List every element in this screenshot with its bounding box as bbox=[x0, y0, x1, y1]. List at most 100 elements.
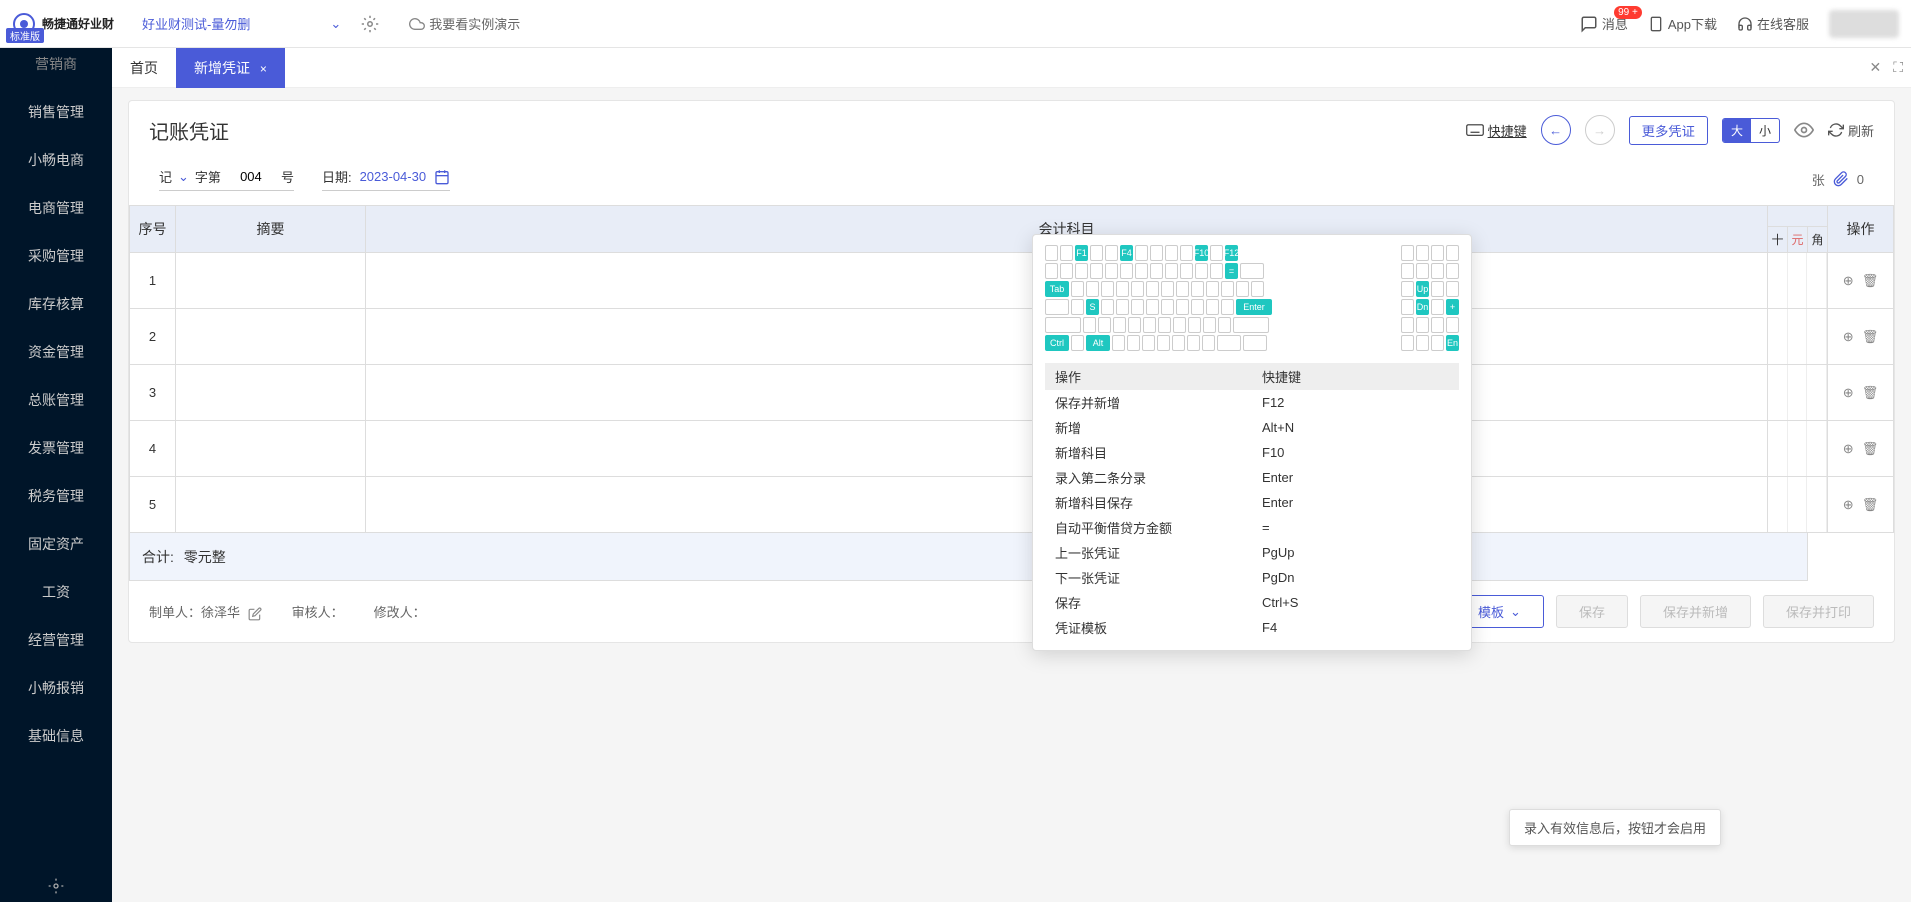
summary-cell[interactable] bbox=[176, 477, 366, 533]
sidebar-item[interactable]: 库存核算 bbox=[0, 280, 112, 328]
key-blank bbox=[1431, 263, 1444, 279]
key-blank bbox=[1083, 317, 1096, 333]
row-index: 3 bbox=[130, 365, 176, 421]
key-blank bbox=[1431, 299, 1444, 315]
message-icon bbox=[1580, 15, 1598, 33]
sidebar-item[interactable]: 营销商 bbox=[0, 48, 112, 88]
amount-digits[interactable] bbox=[1768, 365, 1828, 421]
prev-voucher-button[interactable]: ← bbox=[1541, 115, 1571, 145]
shortcut-col-op: 操作 bbox=[1045, 363, 1252, 390]
delete-row-icon[interactable]: 🗑 bbox=[1862, 385, 1879, 401]
shortcut-op: 新增 bbox=[1045, 415, 1252, 440]
more-vouchers-button[interactable]: 更多凭证 bbox=[1629, 116, 1708, 145]
shortcut-key: Alt+N bbox=[1252, 415, 1459, 440]
key-blank bbox=[1090, 245, 1103, 261]
key-blank bbox=[1045, 245, 1058, 261]
key-En: En bbox=[1446, 335, 1459, 351]
sidebar-item[interactable]: 基础信息 bbox=[0, 712, 112, 760]
summary-cell[interactable] bbox=[176, 421, 366, 477]
add-row-icon[interactable]: ⊕ bbox=[1843, 329, 1854, 345]
key-blank bbox=[1416, 335, 1429, 351]
shortcut-op: 自动平衡借贷方金额 bbox=[1045, 515, 1252, 540]
tab-home[interactable]: 首页 bbox=[112, 48, 176, 88]
date-value[interactable]: 2023-04-30 bbox=[360, 169, 427, 184]
delete-row-icon[interactable]: 🗑 bbox=[1862, 273, 1879, 289]
fullscreen-icon[interactable]: ⛶ bbox=[1893, 59, 1903, 76]
sidebar-item[interactable]: 总账管理 bbox=[0, 376, 112, 424]
key-blank bbox=[1071, 281, 1084, 297]
size-large[interactable]: 大 bbox=[1723, 119, 1751, 142]
add-row-icon[interactable]: ⊕ bbox=[1843, 385, 1854, 401]
sidebar-settings-icon[interactable] bbox=[0, 869, 112, 902]
attachment-icon[interactable] bbox=[1833, 171, 1849, 188]
key-blank bbox=[1165, 263, 1178, 279]
sidebar-item[interactable]: 发票管理 bbox=[0, 424, 112, 472]
messages-button[interactable]: 消息 99 + bbox=[1580, 14, 1628, 33]
key-blank bbox=[1127, 335, 1140, 351]
col-ops: 操作 bbox=[1828, 206, 1894, 253]
preview-icon[interactable] bbox=[1794, 120, 1814, 140]
amount-digits[interactable] bbox=[1768, 253, 1828, 309]
key-blank bbox=[1202, 335, 1215, 351]
voucher-number-input[interactable] bbox=[227, 169, 275, 184]
add-row-icon[interactable]: ⊕ bbox=[1843, 273, 1854, 289]
shortcut-key: Ctrl+S bbox=[1252, 590, 1459, 615]
key-blank bbox=[1221, 299, 1234, 315]
brand-text: 畅捷通好业财 bbox=[42, 15, 114, 32]
refresh-button[interactable]: 刷新 bbox=[1828, 121, 1874, 140]
key-blank bbox=[1416, 263, 1429, 279]
tab-new-voucher[interactable]: 新增凭证 × bbox=[176, 48, 285, 88]
support-button[interactable]: 在线客服 bbox=[1737, 14, 1809, 33]
calendar-icon[interactable] bbox=[434, 168, 450, 185]
sidebar-item[interactable]: 电商管理 bbox=[0, 184, 112, 232]
key-blank bbox=[1146, 281, 1159, 297]
sidebar-item[interactable]: 税务管理 bbox=[0, 472, 112, 520]
summary-cell[interactable] bbox=[176, 365, 366, 421]
close-all-tabs-icon[interactable]: ✕ bbox=[1869, 59, 1881, 76]
add-row-icon[interactable]: ⊕ bbox=[1843, 441, 1854, 457]
delete-row-icon[interactable]: 🗑 bbox=[1862, 497, 1879, 513]
demo-link[interactable]: 我要看实例演示 bbox=[409, 14, 520, 33]
size-toggle: 大 小 bbox=[1722, 118, 1780, 143]
sidebar-item[interactable]: 小畅报销 bbox=[0, 664, 112, 712]
size-small[interactable]: 小 bbox=[1751, 119, 1779, 142]
key-blank bbox=[1135, 245, 1148, 261]
delete-row-icon[interactable]: 🗑 bbox=[1862, 441, 1879, 457]
key-blank bbox=[1401, 299, 1414, 315]
key-Tab: Tab bbox=[1045, 281, 1069, 297]
add-row-icon[interactable]: ⊕ bbox=[1843, 497, 1854, 513]
key-blank bbox=[1101, 281, 1114, 297]
sidebar-item[interactable]: 小畅电商 bbox=[0, 136, 112, 184]
user-avatar[interactable] bbox=[1829, 10, 1899, 38]
sidebar-item[interactable]: 资金管理 bbox=[0, 328, 112, 376]
edit-icon[interactable] bbox=[248, 607, 262, 621]
col-index: 序号 bbox=[130, 206, 176, 253]
key-blank bbox=[1210, 263, 1223, 279]
voucher-title: 记账凭证 bbox=[149, 116, 229, 145]
summary-cell[interactable] bbox=[176, 309, 366, 365]
sidebar-item[interactable]: 销售管理 bbox=[0, 88, 112, 136]
delete-row-icon[interactable]: 🗑 bbox=[1862, 329, 1879, 345]
key-F1: F1 bbox=[1075, 245, 1088, 261]
amount-digits[interactable] bbox=[1768, 421, 1828, 477]
tenant-selector[interactable]: 好业财测试-量勿删 ⌄ bbox=[142, 14, 341, 33]
key-blank bbox=[1086, 281, 1099, 297]
key-blank bbox=[1251, 281, 1264, 297]
sidebar-item[interactable]: 采购管理 bbox=[0, 232, 112, 280]
sidebar-item[interactable]: 经营管理 bbox=[0, 616, 112, 664]
row-index: 2 bbox=[130, 309, 176, 365]
app-download-button[interactable]: App下载 bbox=[1648, 14, 1717, 33]
sidebar-item[interactable]: 工资 bbox=[0, 568, 112, 616]
amount-digits[interactable] bbox=[1768, 309, 1828, 365]
refresh-icon bbox=[1828, 122, 1844, 138]
next-voucher-button[interactable]: → bbox=[1585, 115, 1615, 145]
voucher-type-dropdown[interactable]: ⌄ bbox=[178, 169, 189, 185]
hotkey-link[interactable]: 快捷键 bbox=[1466, 121, 1527, 140]
amount-digits[interactable] bbox=[1768, 477, 1828, 533]
summary-cell[interactable] bbox=[176, 253, 366, 309]
key-blank bbox=[1176, 281, 1189, 297]
sidebar-item[interactable]: 固定资产 bbox=[0, 520, 112, 568]
key-blank bbox=[1157, 335, 1170, 351]
tab-close-icon[interactable]: × bbox=[260, 62, 267, 76]
settings-gear-icon[interactable] bbox=[361, 15, 379, 33]
